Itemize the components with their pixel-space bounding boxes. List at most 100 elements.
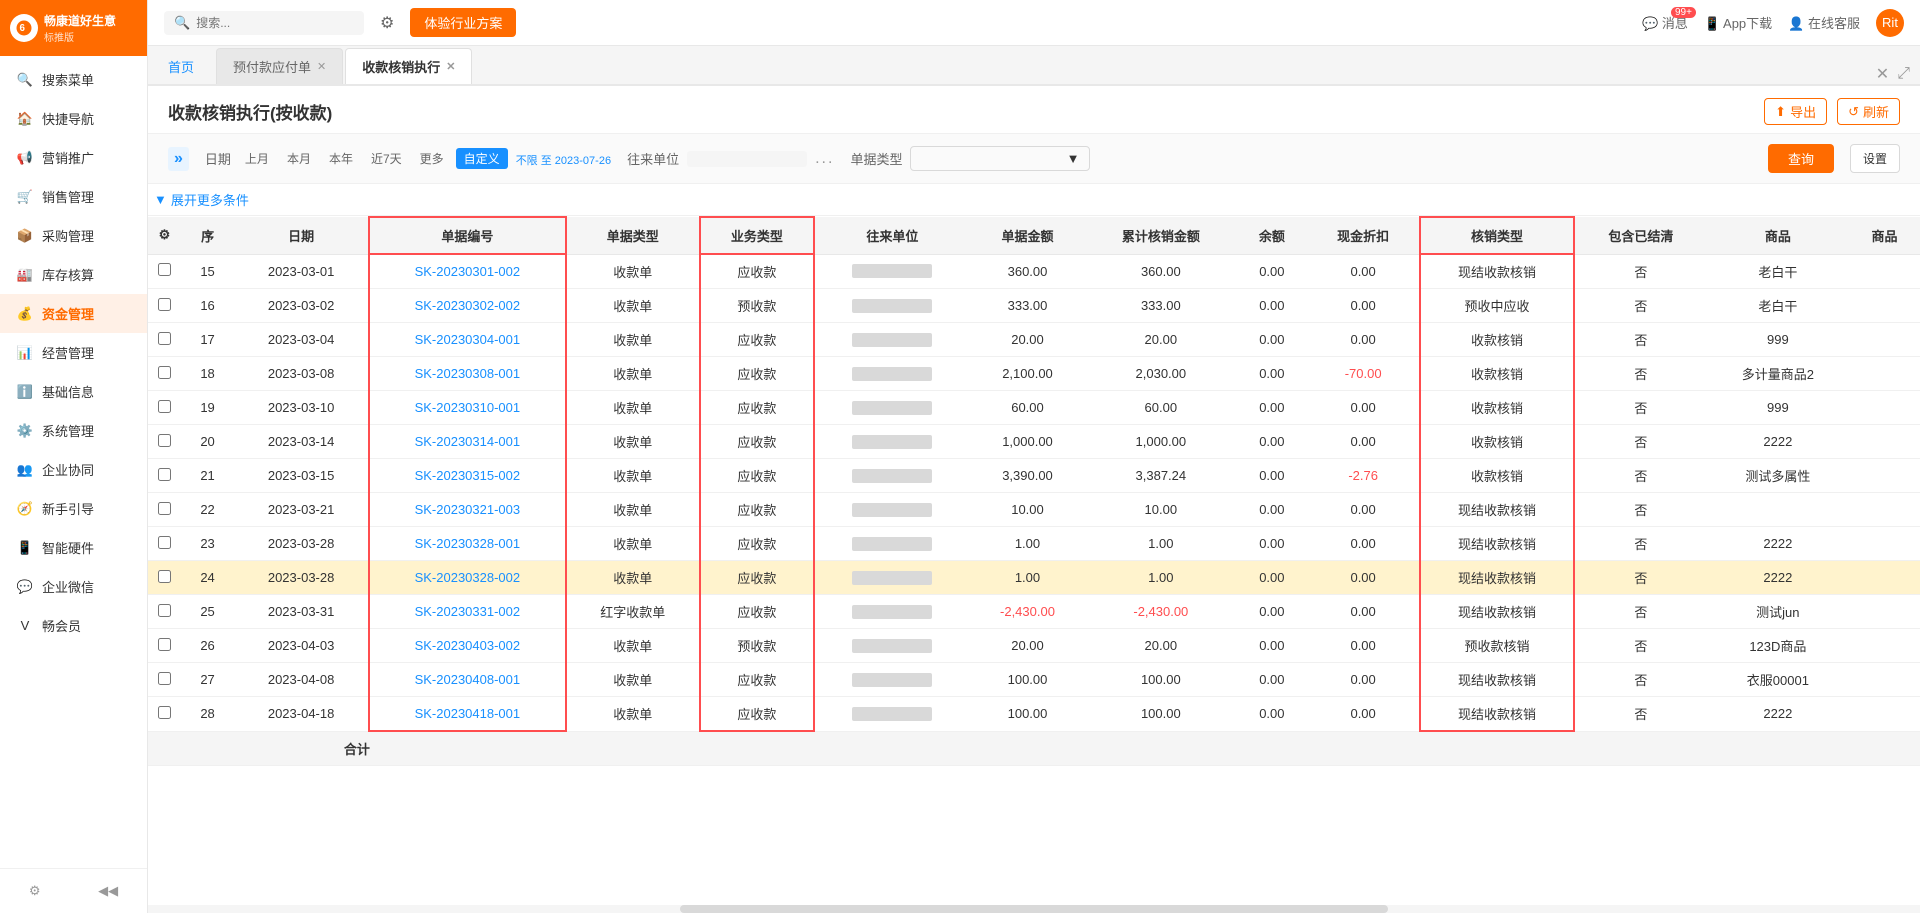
online-service-btn[interactable]: 👤 在线客服: [1788, 13, 1860, 32]
bill-no-link[interactable]: SK-20230315-002: [415, 468, 521, 483]
td-bill-no[interactable]: SK-20230403-002: [369, 629, 566, 663]
tab-close-all-icon[interactable]: ✕: [1876, 64, 1889, 84]
sidebar-item-marketing[interactable]: 📢 营销推广: [0, 138, 147, 177]
td-checkbox[interactable]: [148, 663, 181, 697]
topbar-search[interactable]: 🔍: [164, 11, 364, 35]
query-button[interactable]: 查询: [1768, 144, 1834, 173]
td-bill-no[interactable]: SK-20230328-002: [369, 561, 566, 595]
row-checkbox[interactable]: [158, 298, 171, 311]
td-checkbox[interactable]: [148, 425, 181, 459]
bill-no-link[interactable]: SK-20230302-002: [415, 298, 521, 313]
td-bill-no[interactable]: SK-20230408-001: [369, 663, 566, 697]
td-checkbox[interactable]: [148, 527, 181, 561]
td-checkbox[interactable]: [148, 254, 181, 289]
custom-date-btn[interactable]: 自定义: [456, 148, 508, 169]
bill-no-link[interactable]: SK-20230304-001: [415, 332, 521, 347]
sidebar-item-finance[interactable]: 💰 资金管理: [0, 294, 147, 333]
td-checkbox[interactable]: [148, 357, 181, 391]
row-checkbox[interactable]: [158, 502, 171, 515]
sidebar-item-inventory[interactable]: 🏭 库存核算: [0, 255, 147, 294]
row-checkbox[interactable]: [158, 434, 171, 447]
sidebar-item-quick[interactable]: 🏠 快捷导航: [0, 99, 147, 138]
td-bill-no[interactable]: SK-20230328-001: [369, 527, 566, 561]
td-bill-no[interactable]: SK-20230314-001: [369, 425, 566, 459]
td-bill-no[interactable]: SK-20230304-001: [369, 323, 566, 357]
table-scrollbar[interactable]: [148, 905, 1920, 913]
tab-home[interactable]: 首页: [148, 49, 214, 84]
expand-more-btn[interactable]: ▼ 展开更多条件: [154, 190, 249, 209]
refresh-button[interactable]: ↺ 刷新: [1837, 98, 1900, 125]
tab-expand-icon[interactable]: ⤢: [1897, 65, 1910, 83]
row-checkbox[interactable]: [158, 400, 171, 413]
row-checkbox[interactable]: [158, 638, 171, 651]
last-month-btn[interactable]: 上月: [239, 148, 275, 169]
more-btn[interactable]: 更多: [414, 148, 450, 169]
td-checkbox[interactable]: [148, 561, 181, 595]
bill-no-link[interactable]: SK-20230328-001: [415, 536, 521, 551]
row-checkbox[interactable]: [158, 536, 171, 549]
search-input[interactable]: [196, 16, 336, 30]
td-bill-no[interactable]: SK-20230301-002: [369, 254, 566, 289]
bill-no-link[interactable]: SK-20230408-001: [415, 672, 521, 687]
sidebar-item-basic[interactable]: ℹ️ 基础信息: [0, 372, 147, 411]
bill-no-link[interactable]: SK-20230308-001: [415, 366, 521, 381]
row-checkbox[interactable]: [158, 706, 171, 719]
td-checkbox[interactable]: [148, 459, 181, 493]
bill-no-link[interactable]: SK-20230301-002: [415, 264, 521, 279]
tab-receipt[interactable]: 收款核销执行 ✕: [345, 48, 472, 84]
row-checkbox[interactable]: [158, 366, 171, 379]
bill-no-link[interactable]: SK-20230328-002: [415, 570, 521, 585]
sidebar-item-sales[interactable]: 🛒 销售管理: [0, 177, 147, 216]
bill-no-link[interactable]: SK-20230310-001: [415, 400, 521, 415]
tab-prepay[interactable]: 预付款应付单 ✕: [216, 48, 343, 84]
td-bill-no[interactable]: SK-20230310-001: [369, 391, 566, 425]
row-checkbox[interactable]: [158, 468, 171, 481]
td-checkbox[interactable]: [148, 629, 181, 663]
td-checkbox[interactable]: [148, 697, 181, 732]
sidebar-item-wechat[interactable]: 💬 企业微信: [0, 567, 147, 606]
td-checkbox[interactable]: [148, 323, 181, 357]
row-checkbox[interactable]: [158, 332, 171, 345]
row-checkbox[interactable]: [158, 570, 171, 583]
sidebar-item-member[interactable]: V 畅会员: [0, 606, 147, 645]
this-month-btn[interactable]: 本月: [281, 148, 317, 169]
td-bill-no[interactable]: SK-20230302-002: [369, 289, 566, 323]
bill-no-link[interactable]: SK-20230321-003: [415, 502, 521, 517]
solution-button[interactable]: 体验行业方案: [410, 8, 516, 37]
row-checkbox[interactable]: [158, 263, 171, 276]
gear-icon[interactable]: ⚙: [380, 13, 394, 33]
td-checkbox[interactable]: [148, 493, 181, 527]
filter-setting-button[interactable]: 设置: [1850, 144, 1900, 173]
message-btn[interactable]: 💬 消息 99+: [1642, 13, 1688, 32]
scrollbar-thumb[interactable]: [680, 905, 1389, 913]
sidebar-item-system[interactable]: ⚙️ 系统管理: [0, 411, 147, 450]
bill-no-link[interactable]: SK-20230403-002: [415, 638, 521, 653]
sidebar-collapse-btn[interactable]: ◀◀: [94, 879, 122, 903]
bill-no-link[interactable]: SK-20230331-002: [415, 604, 521, 619]
user-avatar[interactable]: Rit: [1876, 9, 1904, 37]
bill-type-select[interactable]: ▼: [910, 146, 1090, 171]
row-checkbox[interactable]: [158, 604, 171, 617]
sidebar-setting-btn[interactable]: ⚙: [25, 879, 45, 903]
bill-no-link[interactable]: SK-20230314-001: [415, 434, 521, 449]
sidebar-item-corp[interactable]: 👥 企业协同: [0, 450, 147, 489]
td-bill-no[interactable]: SK-20230418-001: [369, 697, 566, 732]
td-bill-no[interactable]: SK-20230308-001: [369, 357, 566, 391]
td-bill-no[interactable]: SK-20230331-002: [369, 595, 566, 629]
tab-prepay-close[interactable]: ✕: [317, 60, 326, 73]
td-bill-no[interactable]: SK-20230315-002: [369, 459, 566, 493]
row-checkbox[interactable]: [158, 672, 171, 685]
bill-no-link[interactable]: SK-20230418-001: [415, 706, 521, 721]
sidebar-item-operation[interactable]: 📊 经营管理: [0, 333, 147, 372]
sidebar-item-hardware[interactable]: 📱 智能硬件: [0, 528, 147, 567]
td-bill-no[interactable]: SK-20230321-003: [369, 493, 566, 527]
td-checkbox[interactable]: [148, 595, 181, 629]
app-download-btn[interactable]: 📱 App下载: [1704, 13, 1772, 32]
sidebar-item-search[interactable]: 🔍 搜索菜单: [0, 60, 147, 99]
td-checkbox[interactable]: [148, 391, 181, 425]
td-checkbox[interactable]: [148, 289, 181, 323]
this-year-btn[interactable]: 本年: [323, 148, 359, 169]
sidebar-item-guide[interactable]: 🧭 新手引导: [0, 489, 147, 528]
tab-receipt-close[interactable]: ✕: [446, 60, 455, 73]
export-button[interactable]: ⬆ 导出: [1764, 98, 1827, 125]
